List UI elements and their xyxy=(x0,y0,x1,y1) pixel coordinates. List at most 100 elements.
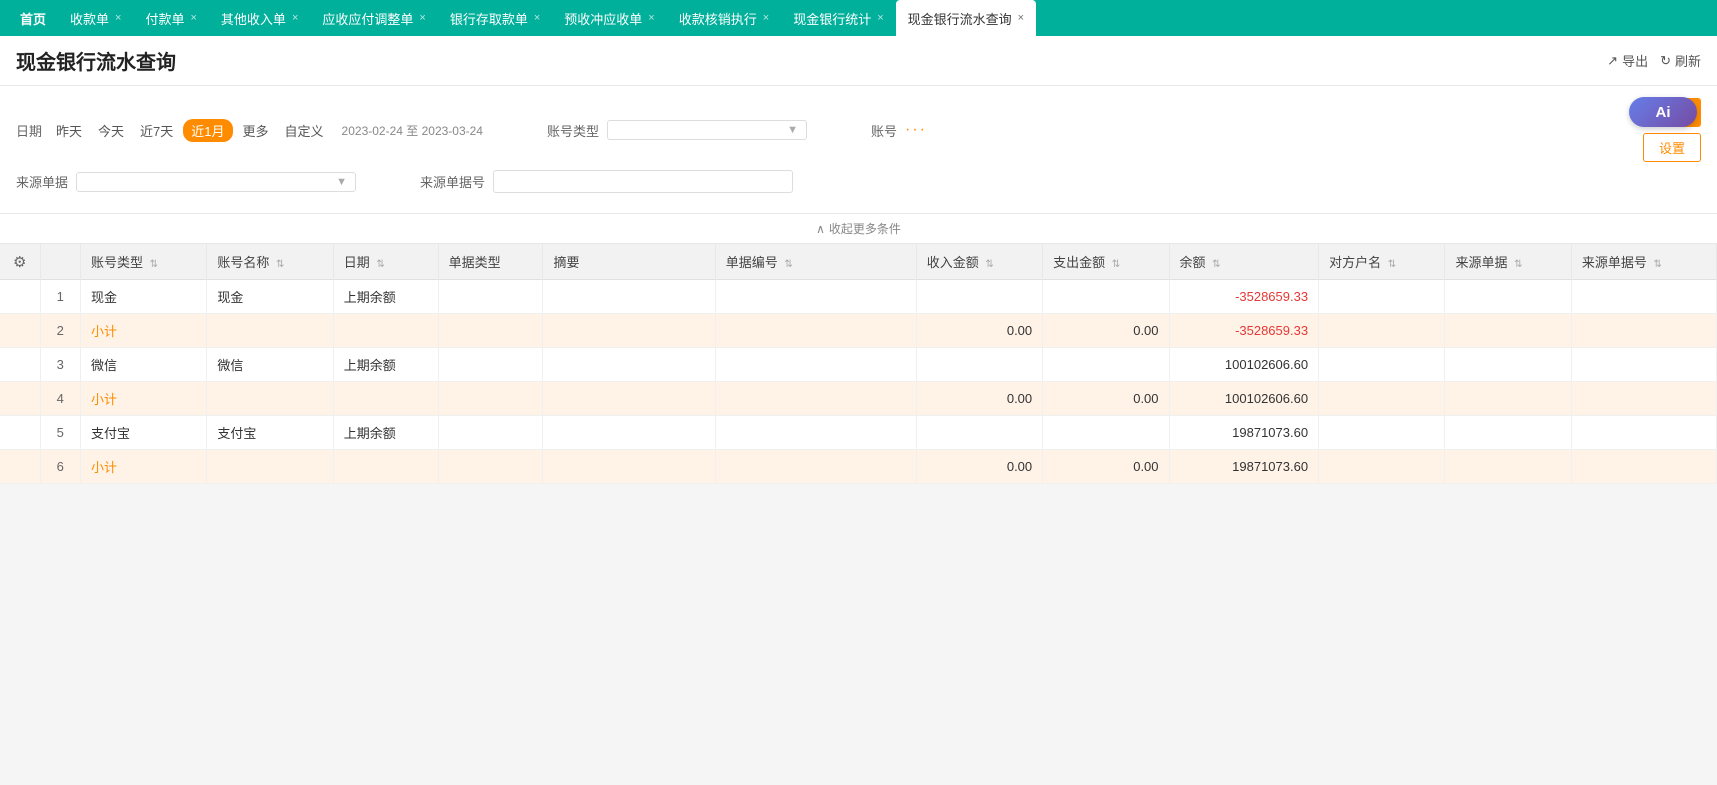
source-doc-label: 来源单据 xyxy=(16,172,68,191)
col-account_name[interactable]: 账号名称 ⇅ xyxy=(207,244,333,280)
nav-item-receipt[interactable]: 收款单× xyxy=(58,0,133,36)
nav-close-other-income[interactable]: × xyxy=(292,12,298,24)
col-balance[interactable]: 余额 ⇅ xyxy=(1169,244,1319,280)
row-counterparty xyxy=(1319,280,1445,314)
col-date[interactable]: 日期 ⇅ xyxy=(333,244,438,280)
row-account-name: 支付宝 xyxy=(207,416,333,450)
source-doc-num-filter-group: 来源单据号 xyxy=(420,170,793,193)
row-expense: 0.00 xyxy=(1043,450,1169,484)
export-icon: ↗ xyxy=(1607,53,1618,69)
collapse-bar[interactable]: ∧ 收起更多条件 xyxy=(0,214,1717,244)
row-index: 5 xyxy=(40,416,81,450)
page-title: 现金银行流水查询 xyxy=(16,46,176,75)
col-doc_num[interactable]: 单据编号 ⇅ xyxy=(715,244,916,280)
date-option-custom[interactable]: 自定义 xyxy=(279,119,330,142)
row-summary xyxy=(543,416,715,450)
col-source_doc_num[interactable]: 来源单据号 ⇅ xyxy=(1571,244,1716,280)
row-summary xyxy=(543,382,715,416)
row-counterparty xyxy=(1319,382,1445,416)
row-doc-num xyxy=(715,348,916,382)
row-doc-num xyxy=(715,450,916,484)
row-summary xyxy=(543,314,715,348)
nav-close-cash-stats[interactable]: × xyxy=(877,12,883,24)
col-doc_type: 单据类型 xyxy=(438,244,543,280)
row-balance: -3528659.33 xyxy=(1169,314,1319,348)
ai-button[interactable]: Ai xyxy=(1629,97,1697,127)
col-gear[interactable]: ⚙ xyxy=(0,244,40,280)
account-type-label: 账号类型 xyxy=(547,121,599,140)
header-actions: ↗ 导出 ↻ 刷新 xyxy=(1607,51,1701,70)
nav-item-advance[interactable]: 预收冲应收单× xyxy=(552,0,666,36)
row-balance: 19871073.60 xyxy=(1169,416,1319,450)
col-counterparty[interactable]: 对方户名 ⇅ xyxy=(1319,244,1445,280)
settings-button[interactable]: 设置 xyxy=(1643,133,1701,162)
col-source_doc[interactable]: 来源单据 ⇅ xyxy=(1445,244,1571,280)
row-income xyxy=(916,348,1042,382)
col-expense[interactable]: 支出金额 ⇅ xyxy=(1043,244,1169,280)
nav-close-payment[interactable]: × xyxy=(190,12,196,24)
row-gear xyxy=(0,280,40,314)
row-source-doc xyxy=(1445,280,1571,314)
nav-close-cash-flow[interactable]: × xyxy=(1018,12,1024,24)
table-row: 6小计0.000.0019871073.60 xyxy=(0,450,1717,484)
table-row: 3微信微信上期余额100102606.60 xyxy=(0,348,1717,382)
export-button[interactable]: ↗ 导出 xyxy=(1607,51,1648,70)
table-container: ⚙账号类型 ⇅账号名称 ⇅日期 ⇅单据类型摘要单据编号 ⇅收入金额 ⇅支出金额 … xyxy=(0,244,1717,484)
collapse-label: 收起更多条件 xyxy=(829,220,901,237)
row-gear xyxy=(0,382,40,416)
account-type-select[interactable]: ▼ xyxy=(607,120,807,140)
nav-bar: 首页收款单×付款单×其他收入单×应收应付调整单×银行存取款单×预收冲应收单×收款… xyxy=(0,0,1717,36)
source-doc-num-input[interactable] xyxy=(493,170,793,193)
nav-close-receipt[interactable]: × xyxy=(115,12,121,24)
row-counterparty xyxy=(1319,314,1445,348)
date-option-more[interactable]: 更多 xyxy=(237,119,275,142)
row-index: 4 xyxy=(40,382,81,416)
row-counterparty xyxy=(1319,348,1445,382)
filter-area: 日期 昨天今天近7天近1月更多自定义 2023-02-24 至 2023-03-… xyxy=(0,86,1717,214)
nav-item-writeoff[interactable]: 收款核销执行× xyxy=(667,0,781,36)
nav-item-adjustment[interactable]: 应收应付调整单× xyxy=(310,0,437,36)
date-option-month[interactable]: 近1月 xyxy=(183,119,232,142)
row-date xyxy=(333,450,438,484)
row-income: 0.00 xyxy=(916,382,1042,416)
row-source-doc-num xyxy=(1571,314,1716,348)
date-option-yesterday[interactable]: 昨天 xyxy=(50,119,88,142)
row-doc-type xyxy=(438,416,543,450)
filter-row-1: 日期 昨天今天近7天近1月更多自定义 2023-02-24 至 2023-03-… xyxy=(16,98,1701,162)
row-account-type: 现金 xyxy=(81,280,207,314)
row-income: 0.00 xyxy=(916,450,1042,484)
col-income[interactable]: 收入金额 ⇅ xyxy=(916,244,1042,280)
account-dots[interactable]: ··· xyxy=(905,121,927,139)
row-date: 上期余额 xyxy=(333,348,438,382)
row-expense xyxy=(1043,348,1169,382)
row-account-type: 小计 xyxy=(81,382,207,416)
row-index: 3 xyxy=(40,348,81,382)
account-type-filter-group: 账号类型 ▼ xyxy=(547,120,807,140)
row-doc-num xyxy=(715,382,916,416)
date-option-week[interactable]: 近7天 xyxy=(134,119,179,142)
row-account-type: 支付宝 xyxy=(81,416,207,450)
source-doc-select[interactable]: ▼ xyxy=(76,172,356,192)
nav-item-other-income[interactable]: 其他收入单× xyxy=(209,0,310,36)
nav-item-cash-flow[interactable]: 现金银行流水查询× xyxy=(896,0,1036,36)
nav-close-writeoff[interactable]: × xyxy=(763,12,769,24)
row-expense xyxy=(1043,416,1169,450)
nav-close-bank-deposit[interactable]: × xyxy=(534,12,540,24)
collapse-up-icon: ∧ xyxy=(816,222,825,236)
nav-close-adjustment[interactable]: × xyxy=(419,12,425,24)
nav-close-advance[interactable]: × xyxy=(648,12,654,24)
nav-item-home[interactable]: 首页 xyxy=(8,0,58,36)
row-counterparty xyxy=(1319,416,1445,450)
date-option-today[interactable]: 今天 xyxy=(92,119,130,142)
row-expense: 0.00 xyxy=(1043,314,1169,348)
refresh-button[interactable]: ↻ 刷新 xyxy=(1660,51,1701,70)
nav-item-payment[interactable]: 付款单× xyxy=(133,0,208,36)
col-account_type[interactable]: 账号类型 ⇅ xyxy=(81,244,207,280)
nav-item-bank-deposit[interactable]: 银行存取款单× xyxy=(438,0,552,36)
row-account-name xyxy=(207,450,333,484)
row-source-doc xyxy=(1445,348,1571,382)
filter-row-2: 来源单据 ▼ 来源单据号 xyxy=(16,170,1701,193)
row-summary xyxy=(543,348,715,382)
row-doc-type xyxy=(438,348,543,382)
nav-item-cash-stats[interactable]: 现金银行统计× xyxy=(781,0,895,36)
